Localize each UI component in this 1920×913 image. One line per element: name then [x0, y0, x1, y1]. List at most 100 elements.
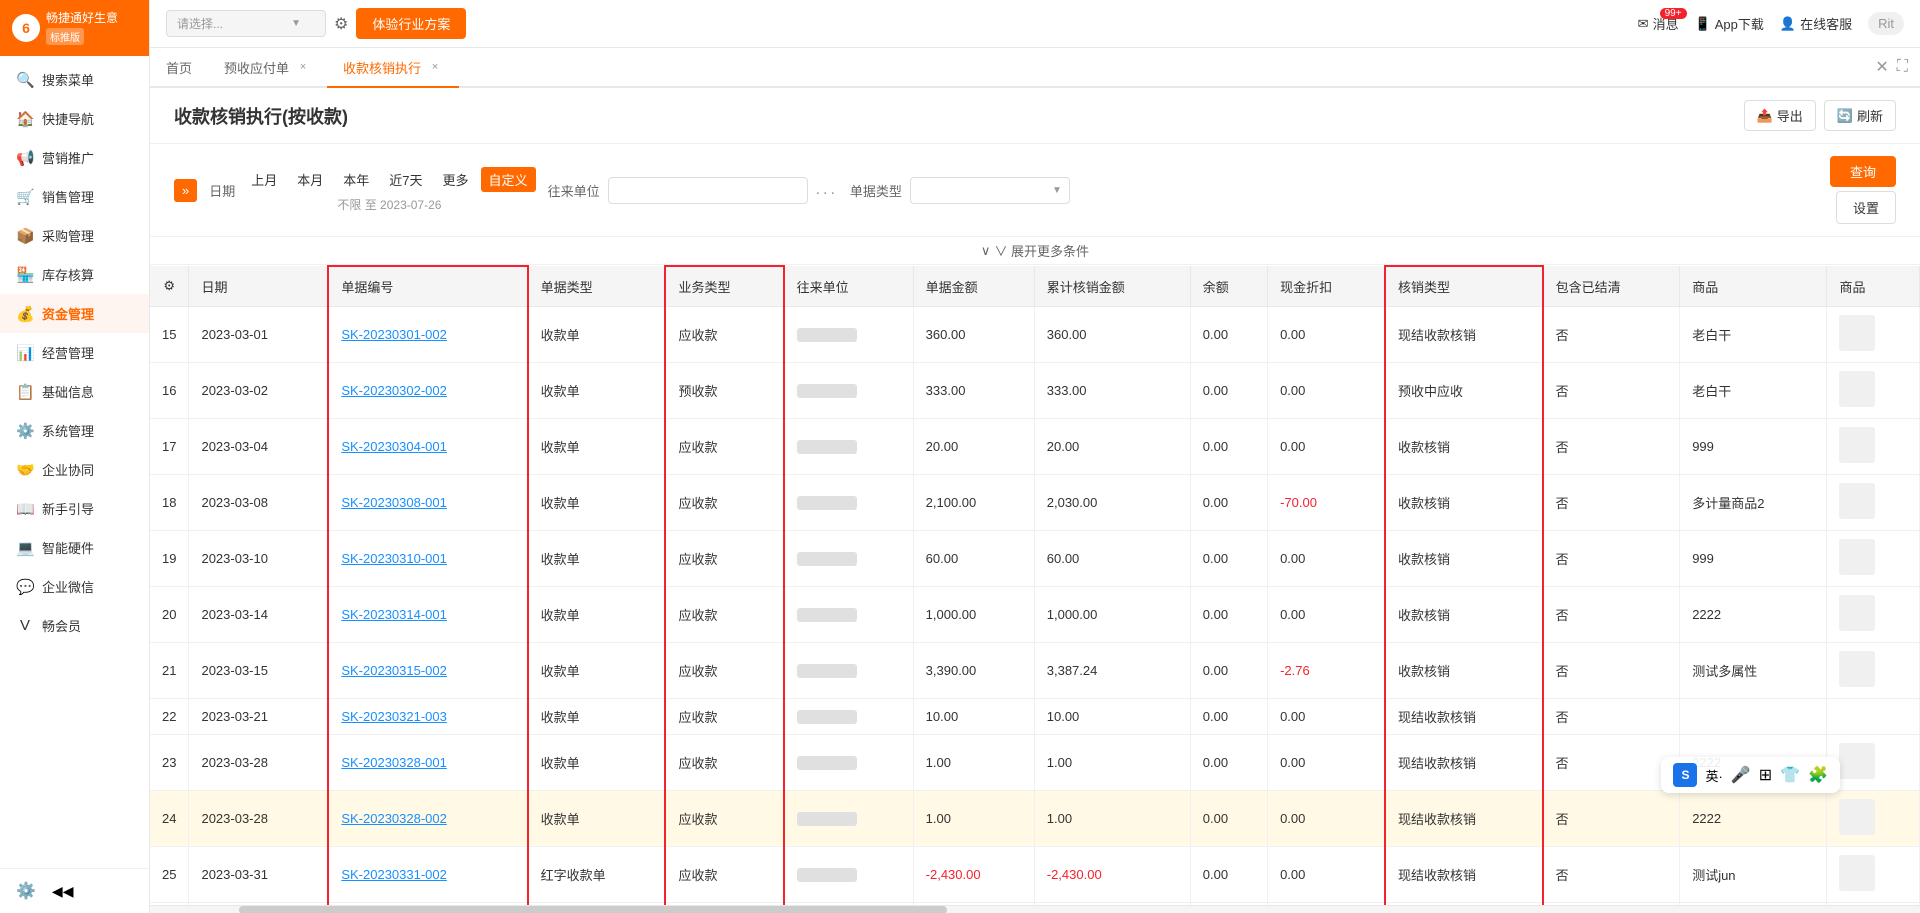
table-row[interactable]: 17 2023-03-04 SK-20230304-001 收款单 应收款 20…	[150, 419, 1920, 475]
row-biz-type: 应收款	[665, 307, 783, 363]
row-doc-no[interactable]: SK-20230310-001	[328, 531, 527, 587]
row-doc-no[interactable]: SK-20230321-003	[328, 699, 527, 735]
row-discount: 0.00	[1268, 699, 1385, 735]
sidebar-item-guide[interactable]: 📖 新手引导	[0, 489, 149, 528]
collapse-icon[interactable]: ◀◀	[52, 883, 74, 900]
row-verified: 1.00	[1034, 735, 1190, 791]
logo-icon: 6	[12, 14, 40, 42]
sidebar-item-search[interactable]: 🔍 搜索菜单	[0, 60, 149, 99]
sidebar-item-hardware[interactable]: 💻 智能硬件	[0, 528, 149, 567]
sidebar-item-inventory[interactable]: 🏪 库存核算	[0, 255, 149, 294]
row-doc-no[interactable]: SK-20230308-001	[328, 475, 527, 531]
date-custom[interactable]: 自定义	[481, 167, 536, 192]
grid-icon[interactable]: ⊞	[1759, 765, 1772, 785]
doc-type-select[interactable]	[910, 177, 1070, 204]
row-doc-no[interactable]: SK-20230301-002	[328, 307, 527, 363]
sidebar-logo: 6 畅捷通好生意 标推版	[0, 0, 149, 56]
table-row[interactable]: 24 2023-03-28 SK-20230328-002 收款单 应收款 1.…	[150, 791, 1920, 847]
tab-verify[interactable]: 收款核销执行 ×	[327, 48, 459, 88]
horizontal-scrollbar[interactable]	[150, 905, 1920, 913]
sidebar-item-member[interactable]: V 畅会员	[0, 606, 149, 645]
row-amount: 360.00	[913, 307, 1034, 363]
row-balance: 0.00	[1190, 791, 1267, 847]
row-doc-no[interactable]: SK-20230328-001	[328, 735, 527, 791]
settings-button[interactable]: 设置	[1836, 191, 1896, 224]
export-button[interactable]: 📤 导出	[1744, 100, 1816, 131]
tab-prepay-close[interactable]: ×	[295, 59, 311, 75]
mic-icon[interactable]: 🎤	[1731, 765, 1751, 785]
sidebar-item-ops[interactable]: 📊 经营管理	[0, 333, 149, 372]
user-avatar[interactable]: Rit	[1868, 12, 1904, 35]
hardware-icon: 💻	[16, 539, 34, 557]
sidebar-item-company[interactable]: 🤝 企业协同	[0, 450, 149, 489]
online-support-button[interactable]: 👤 在线客服	[1780, 14, 1852, 33]
table-row[interactable]: 19 2023-03-10 SK-20230310-001 收款单 应收款 60…	[150, 531, 1920, 587]
row-doc-no[interactable]: SK-20230328-002	[328, 791, 527, 847]
messages-badge: 99+	[1660, 8, 1687, 19]
row-discount: 0.00	[1268, 847, 1385, 903]
date-last-7days[interactable]: 近7天	[381, 167, 430, 192]
date-this-year[interactable]: 本年	[335, 167, 377, 192]
col-verify-type: 核销类型	[1385, 266, 1543, 307]
table-row[interactable]: 22 2023-03-21 SK-20230321-003 收款单 应收款 10…	[150, 699, 1920, 735]
sidebar-item-purchase[interactable]: 📦 采购管理	[0, 216, 149, 255]
tab-home[interactable]: 首页	[150, 48, 208, 88]
row-product-img	[1827, 847, 1920, 903]
settings-icon[interactable]: ⚙️	[16, 881, 36, 901]
filter-toggle-button[interactable]: »	[174, 179, 197, 202]
tab-verify-close[interactable]: ×	[427, 59, 443, 75]
row-doc-no[interactable]: SK-20230331-002	[328, 847, 527, 903]
tab-prepay[interactable]: 预收应付单 ×	[208, 48, 327, 88]
row-include-settled: 否	[1543, 531, 1680, 587]
table-row[interactable]: 21 2023-03-15 SK-20230315-002 收款单 应收款 3,…	[150, 643, 1920, 699]
sidebar-item-sales[interactable]: 🛒 销售管理	[0, 177, 149, 216]
col-settings[interactable]: ⚙	[150, 266, 189, 307]
expand-more-bar[interactable]: ∨ ∨ 展开更多条件	[150, 237, 1920, 265]
app-download-button[interactable]: 📱 App下载	[1695, 14, 1764, 33]
vendor-input[interactable]	[608, 177, 808, 204]
table-row[interactable]: 20 2023-03-14 SK-20230314-001 收款单 应收款 1,…	[150, 587, 1920, 643]
sidebar-item-wechat[interactable]: 💬 企业微信	[0, 567, 149, 606]
row-include-settled: 否	[1543, 419, 1680, 475]
messages-button[interactable]: ✉ 消息 99+	[1638, 14, 1679, 33]
sidebar-item-basic[interactable]: 📋 基础信息	[0, 372, 149, 411]
date-last-month[interactable]: 上月	[243, 167, 285, 192]
sidebar-item-marketing[interactable]: 📢 营销推广	[0, 138, 149, 177]
settings-gear-icon[interactable]: ⚙	[334, 14, 348, 34]
table-row[interactable]: 16 2023-03-02 SK-20230302-002 收款单 预收款 33…	[150, 363, 1920, 419]
table-row[interactable]: 23 2023-03-28 SK-20230328-001 收款单 应收款 1.…	[150, 735, 1920, 791]
query-button[interactable]: 查询	[1830, 156, 1896, 187]
sidebar-item-label: 系统管理	[42, 421, 94, 440]
row-verified: -2,430.00	[1034, 847, 1190, 903]
solution-button[interactable]: 体验行业方案	[356, 8, 466, 39]
table-row[interactable]: 15 2023-03-01 SK-20230301-002 收款单 应收款 36…	[150, 307, 1920, 363]
tab-close-icon[interactable]: ✕	[1875, 57, 1888, 77]
date-more[interactable]: 更多	[435, 167, 477, 192]
scrollbar-thumb[interactable]	[239, 906, 947, 913]
row-discount: -2.76	[1268, 643, 1385, 699]
sidebar-item-quick[interactable]: 🏠 快捷导航	[0, 99, 149, 138]
puzzle-icon[interactable]: 🧩	[1808, 765, 1828, 785]
row-doc-no[interactable]: SK-20230304-001	[328, 419, 527, 475]
row-no: 20	[150, 587, 189, 643]
sidebar-item-system[interactable]: ⚙️ 系统管理	[0, 411, 149, 450]
table-row[interactable]: 25 2023-03-31 SK-20230331-002 红字收款单 应收款 …	[150, 847, 1920, 903]
company-selector[interactable]: 请选择... ▼	[166, 10, 326, 37]
row-verify-type: 收款核销	[1385, 419, 1543, 475]
date-this-month[interactable]: 本月	[289, 167, 331, 192]
table-row[interactable]: 18 2023-03-08 SK-20230308-001 收款单 应收款 2,…	[150, 475, 1920, 531]
row-product-img	[1827, 735, 1920, 791]
export-icon: 📤	[1757, 108, 1773, 124]
row-doc-no[interactable]: SK-20230302-002	[328, 363, 527, 419]
col-discount: 现金折扣	[1268, 266, 1385, 307]
refresh-button[interactable]: 🔄 刷新	[1824, 100, 1896, 131]
row-doc-no[interactable]: SK-20230315-002	[328, 643, 527, 699]
company-icon: 🤝	[16, 461, 34, 479]
row-date: 2023-03-08	[189, 475, 328, 531]
shirt-icon[interactable]: 👕	[1780, 765, 1800, 785]
sidebar-item-finance[interactable]: 💰 资金管理	[0, 294, 149, 333]
row-doc-no[interactable]: SK-20230314-001	[328, 587, 527, 643]
row-no: 22	[150, 699, 189, 735]
vendor-search-dots[interactable]: ...	[816, 181, 838, 199]
tab-expand-icon[interactable]: ⛶	[1897, 58, 1908, 76]
